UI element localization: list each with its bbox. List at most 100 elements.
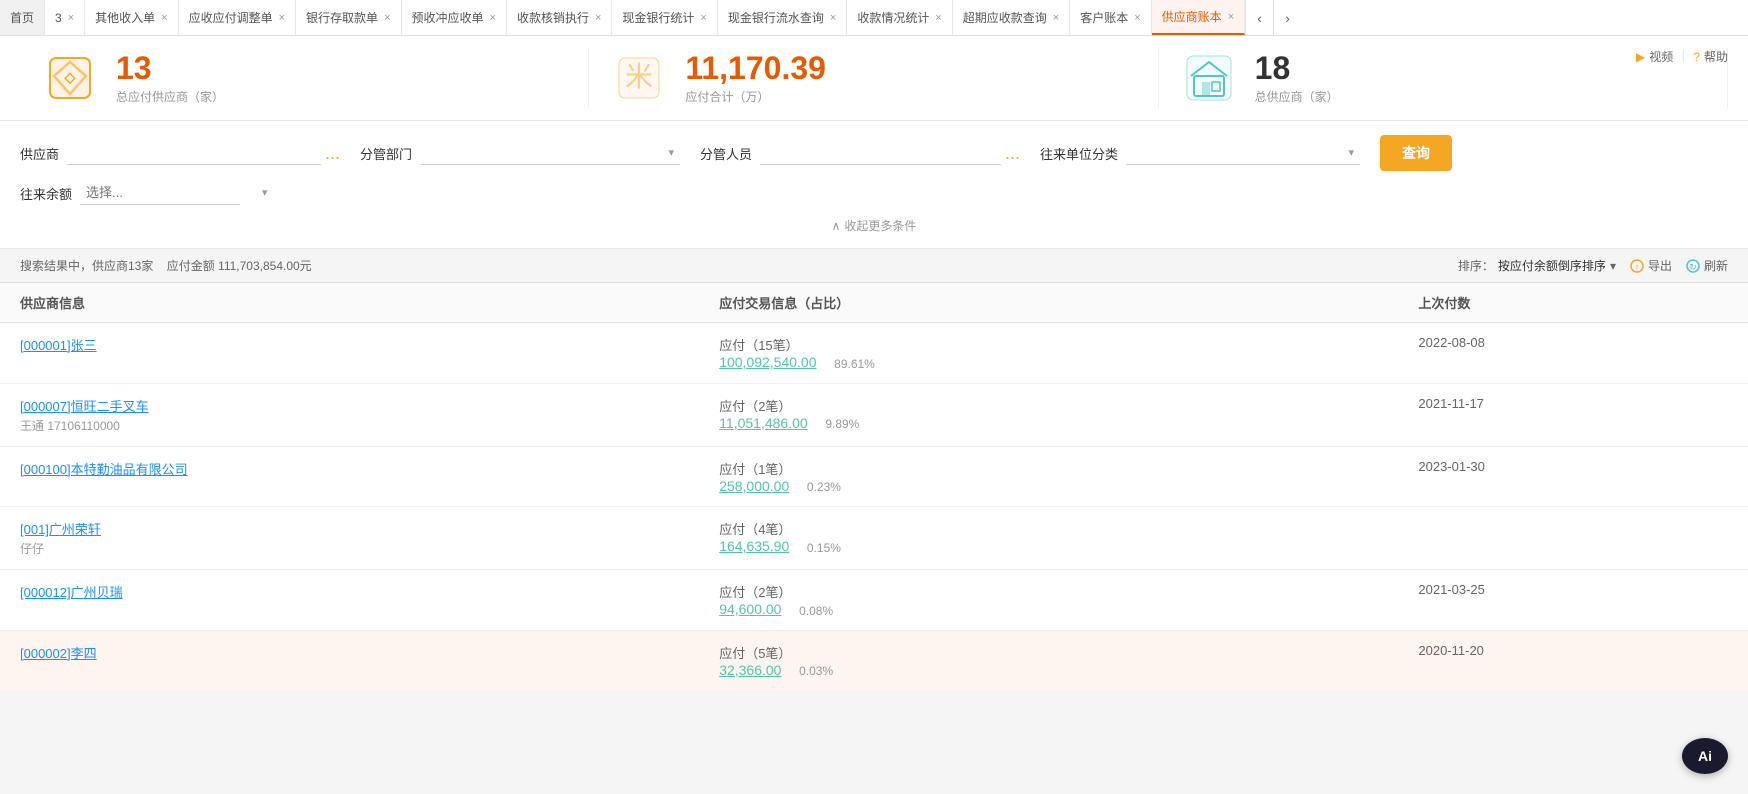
balance-input[interactable] (86, 185, 262, 200)
tx-label-1: 应付（15笔） (719, 335, 1378, 354)
svg-text:◇: ◇ (64, 69, 77, 85)
nav-tab-bank-deposit-close[interactable]: × (384, 12, 390, 24)
filter-label-category: 往来单位分类 (1040, 144, 1118, 163)
help-link[interactable]: 帮助 (1704, 48, 1728, 65)
nav-tab-other-income[interactable]: 其他收入单 × (85, 0, 178, 35)
filter-item-balance: 往来余额 ▾ (20, 181, 240, 205)
filter-row-1: 供应商 ... 分管部门 ▾ 分管人员 ... 往来单位分类 ▾ 查询 (20, 135, 1728, 171)
nav-next-arrow[interactable]: › (1273, 0, 1301, 35)
nav-tab-cash-bank-flow-label: 现金银行流水查询 (728, 9, 824, 26)
tx-amount-1[interactable]: 100,092,540.00 (719, 354, 816, 370)
refresh-button[interactable]: ↻ 刷新 (1686, 257, 1728, 274)
cell-date-5: 2021-03-25 (1398, 570, 1748, 631)
sort-chevron-down-icon[interactable]: ▾ (1610, 259, 1616, 273)
cell-tx-3: 应付（1笔） 258,000.00 0.23% (699, 446, 1398, 507)
nav-tab-advance-receive[interactable]: 预收冲应收单 × (402, 0, 507, 35)
data-table-wrapper: 供应商信息 应付交易信息（占比） 上次付数 [000001]张三 应付（15笔）… (0, 283, 1748, 690)
cell-supplier-6: [000002]李四 (0, 630, 699, 690)
supplier-link-6[interactable]: [000002]李四 (20, 643, 679, 662)
result-info-prefix: 搜索结果中，供应商13家 (20, 259, 153, 273)
dept-input[interactable] (426, 145, 668, 160)
person-input[interactable] (760, 141, 1001, 165)
collapse-chevron-up-icon: ∧ (832, 219, 841, 233)
nav-tab-cash-bank-flow-close[interactable]: × (830, 12, 836, 24)
nav-tab-home[interactable]: 首页 (0, 0, 45, 35)
nav-tab-customer-account[interactable]: 客户账本 × (1070, 0, 1151, 35)
nav-tab-advance-receive-close[interactable]: × (490, 12, 496, 24)
nav-tab-collection-stat-close[interactable]: × (935, 12, 941, 24)
collapse-button[interactable]: ∧ 收起更多条件 (816, 213, 933, 238)
table-row: [000100]本特勤油品有限公司 应付（1笔） 258,000.00 0.23… (0, 446, 1748, 507)
supplier-link-4[interactable]: [001]广州荣轩 (20, 519, 679, 538)
nav-tab-supplier-account-close[interactable]: × (1228, 11, 1234, 23)
links-divider: ｜ (1677, 48, 1689, 65)
tx-amount-4[interactable]: 164,635.90 (719, 538, 789, 554)
export-button[interactable]: ↑ 导出 (1630, 257, 1672, 274)
query-button[interactable]: 查询 (1380, 135, 1452, 171)
stat-label-payable-total: 应付合计（万） (685, 88, 826, 105)
nav-tab-overdue-query[interactable]: 超期应收款查询 × (953, 0, 1070, 35)
supplier-link-1[interactable]: [000001]张三 (20, 335, 679, 354)
supplier-input[interactable] (67, 141, 321, 165)
stat-icon-rice: 米 (609, 48, 669, 108)
person-ellipsis-icon[interactable]: ... (1005, 144, 1020, 162)
nav-tab-collection-verify-close[interactable]: × (595, 12, 601, 24)
stat-value-payable-suppliers: 13 (116, 52, 224, 84)
nav-tab-3-label: 3 (55, 11, 62, 25)
balance-select[interactable]: ▾ (80, 181, 240, 205)
result-bar: 搜索结果中，供应商13家 应付金额 111,703,854.00元 排序： 按应… (0, 249, 1748, 283)
tx-amount-6[interactable]: 32,366.00 (719, 662, 781, 678)
cell-tx-2: 应付（2笔） 11,051,486.00 9.89% (699, 383, 1398, 446)
category-select[interactable]: ▾ (1126, 141, 1360, 165)
nav-tab-customer-account-close[interactable]: × (1134, 12, 1140, 24)
nav-tab-customer-account-label: 客户账本 (1080, 9, 1128, 26)
nav-tab-home-label: 首页 (10, 9, 34, 26)
svg-text:↑: ↑ (1635, 262, 1640, 272)
tx-label-4: 应付（4笔） (719, 519, 1378, 538)
nav-tab-collection-verify[interactable]: 收款核销执行 × (507, 0, 612, 35)
col-header-tx: 应付交易信息（占比） (699, 283, 1398, 323)
nav-tab-cash-bank-flow[interactable]: 现金银行流水查询 × (718, 0, 847, 35)
nav-tab-ap-adjust[interactable]: 应收应付调整单 × (179, 0, 296, 35)
nav-tab-collection-stat[interactable]: 收款情况统计 × (847, 0, 952, 35)
filter-label-supplier: 供应商 (20, 144, 59, 163)
stat-value-total-suppliers: 18 (1255, 52, 1339, 84)
ai-button[interactable]: Ai (1682, 738, 1728, 774)
filter-area: 供应商 ... 分管部门 ▾ 分管人员 ... 往来单位分类 ▾ 查询 (0, 121, 1748, 249)
nav-tab-collection-verify-label: 收款核销执行 (517, 9, 589, 26)
nav-tab-ap-adjust-close[interactable]: × (279, 12, 285, 24)
supplier-link-5[interactable]: [000012]广州贝瑞 (20, 582, 679, 601)
supplier-link-2[interactable]: [000007]恒旺二手叉车 (20, 396, 679, 415)
sort-value[interactable]: 按应付余额倒序排序 (1498, 257, 1606, 274)
tx-amount-3[interactable]: 258,000.00 (719, 478, 789, 494)
nav-tab-3-close[interactable]: × (68, 12, 74, 24)
stat-label-total-suppliers: 总供应商（家） (1255, 88, 1339, 105)
supplier-link-3[interactable]: [000100]本特勤油品有限公司 (20, 459, 679, 478)
tx-amount-5[interactable]: 94,600.00 (719, 601, 781, 617)
nav-tab-cash-bank-stat-close[interactable]: × (700, 12, 706, 24)
nav-prev-arrow[interactable]: ‹ (1245, 0, 1273, 35)
nav-tab-3[interactable]: 3 × (45, 0, 85, 35)
result-info-amount: 应付金额 111,703,854.00元 (167, 259, 312, 273)
supplier-ellipsis-icon[interactable]: ... (325, 144, 340, 162)
refresh-label: 刷新 (1704, 257, 1728, 274)
nav-tab-overdue-query-close[interactable]: × (1053, 12, 1059, 24)
sort-text-label: 排序： (1458, 257, 1494, 274)
balance-chevron-down-icon: ▾ (262, 186, 268, 199)
top-navigation: 首页 3 × 其他收入单 × 应收应付调整单 × 银行存取款单 × 预收冲应收单… (0, 0, 1748, 36)
nav-tab-cash-bank-stat-label: 现金银行统计 (622, 9, 694, 26)
nav-tab-supplier-account[interactable]: 供应商账本 × (1152, 0, 1245, 35)
nav-tab-cash-bank-stat[interactable]: 现金银行统计 × (612, 0, 717, 35)
stat-info-3: 18 总供应商（家） (1255, 52, 1339, 105)
category-input[interactable] (1132, 145, 1348, 160)
result-actions: 排序： 按应付余额倒序排序 ▾ ↑ 导出 ↻ 刷新 (1458, 257, 1728, 274)
tx-amount-2[interactable]: 11,051,486.00 (719, 415, 808, 431)
video-link[interactable]: 视频 (1649, 48, 1673, 65)
cell-date-6: 2020-11-20 (1398, 630, 1748, 690)
ai-label: Ai (1698, 748, 1712, 764)
dept-select[interactable]: ▾ (420, 141, 680, 165)
dept-chevron-down-icon: ▾ (668, 146, 674, 159)
cell-date-4 (1398, 507, 1748, 570)
nav-tab-other-income-close[interactable]: × (161, 12, 167, 24)
nav-tab-bank-deposit[interactable]: 银行存取款单 × (296, 0, 401, 35)
